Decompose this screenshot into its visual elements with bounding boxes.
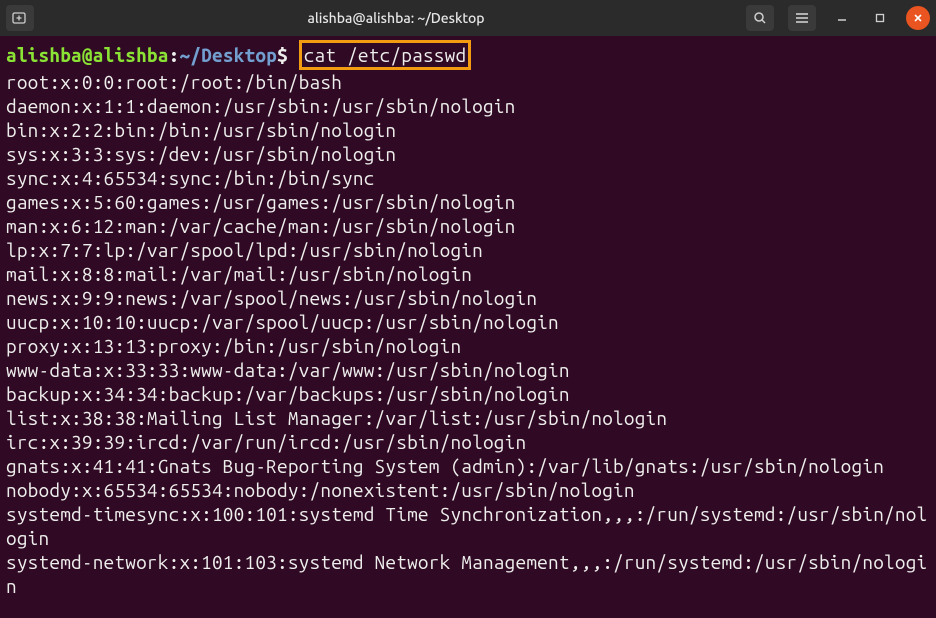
command-text: cat /etc/passwd (304, 44, 467, 66)
output-line: sys:x:3:3:sys:/dev:/usr/sbin/nologin (6, 142, 930, 166)
output-line: systemd-network:x:101:103:systemd Networ… (6, 550, 930, 598)
output-line: irc:x:39:39:ircd:/var/run/ircd:/usr/sbin… (6, 430, 930, 454)
minimize-button[interactable] (830, 6, 854, 30)
window-titlebar: alishba@alishba: ~/Desktop (0, 0, 936, 36)
output-line: man:x:6:12:man:/var/cache/man:/usr/sbin/… (6, 214, 930, 238)
output-line: backup:x:34:34:backup:/var/backups:/usr/… (6, 382, 930, 406)
minimize-icon (837, 13, 847, 23)
terminal-output: root:x:0:0:root:/root:/bin/bashdaemon:x:… (6, 70, 930, 598)
output-line: uucp:x:10:10:uucp:/var/spool/uucp:/usr/s… (6, 310, 930, 334)
output-line: sync:x:4:65534:sync:/bin:/bin/sync (6, 166, 930, 190)
close-button[interactable] (906, 6, 930, 30)
prompt-colon: : (169, 44, 180, 66)
new-tab-button[interactable] (6, 5, 34, 31)
search-icon (753, 11, 767, 25)
output-line: daemon:x:1:1:daemon:/usr/sbin:/usr/sbin/… (6, 94, 930, 118)
output-line: www-data:x:33:33:www-data:/var/www:/usr/… (6, 358, 930, 382)
output-line: list:x:38:38:Mailing List Manager:/var/l… (6, 406, 930, 430)
output-line: bin:x:2:2:bin:/bin:/usr/sbin/nologin (6, 118, 930, 142)
menu-button[interactable] (788, 5, 816, 31)
search-button[interactable] (746, 5, 774, 31)
prompt-line: alishba@alishba:~/Desktop$ cat /etc/pass… (6, 40, 930, 70)
output-line: root:x:0:0:root:/root:/bin/bash (6, 70, 930, 94)
maximize-button[interactable] (868, 6, 892, 30)
output-line: systemd-timesync:x:100:101:systemd Time … (6, 502, 930, 550)
output-line: proxy:x:13:13:proxy:/bin:/usr/sbin/nolog… (6, 334, 930, 358)
close-icon (913, 13, 923, 23)
output-line: news:x:9:9:news:/var/spool/news:/usr/sbi… (6, 286, 930, 310)
maximize-icon (875, 13, 885, 23)
prompt-user-host: alishba@alishba (6, 44, 169, 66)
output-line: nobody:x:65534:65534:nobody:/nonexistent… (6, 478, 930, 502)
window-title: alishba@alishba: ~/Desktop (46, 6, 746, 30)
new-tab-icon (12, 11, 28, 25)
prompt-symbol: $ (277, 44, 288, 66)
terminal-body[interactable]: alishba@alishba:~/Desktop$ cat /etc/pass… (0, 36, 936, 602)
output-line: lp:x:7:7:lp:/var/spool/lpd:/usr/sbin/nol… (6, 238, 930, 262)
prompt-path: ~/Desktop (179, 44, 277, 66)
hamburger-icon (795, 12, 809, 24)
output-line: mail:x:8:8:mail:/var/mail:/usr/sbin/nolo… (6, 262, 930, 286)
output-line: gnats:x:41:41:Gnats Bug-Reporting System… (6, 454, 930, 478)
command-highlight: cat /etc/passwd (299, 40, 472, 70)
output-line: games:x:5:60:games:/usr/games:/usr/sbin/… (6, 190, 930, 214)
